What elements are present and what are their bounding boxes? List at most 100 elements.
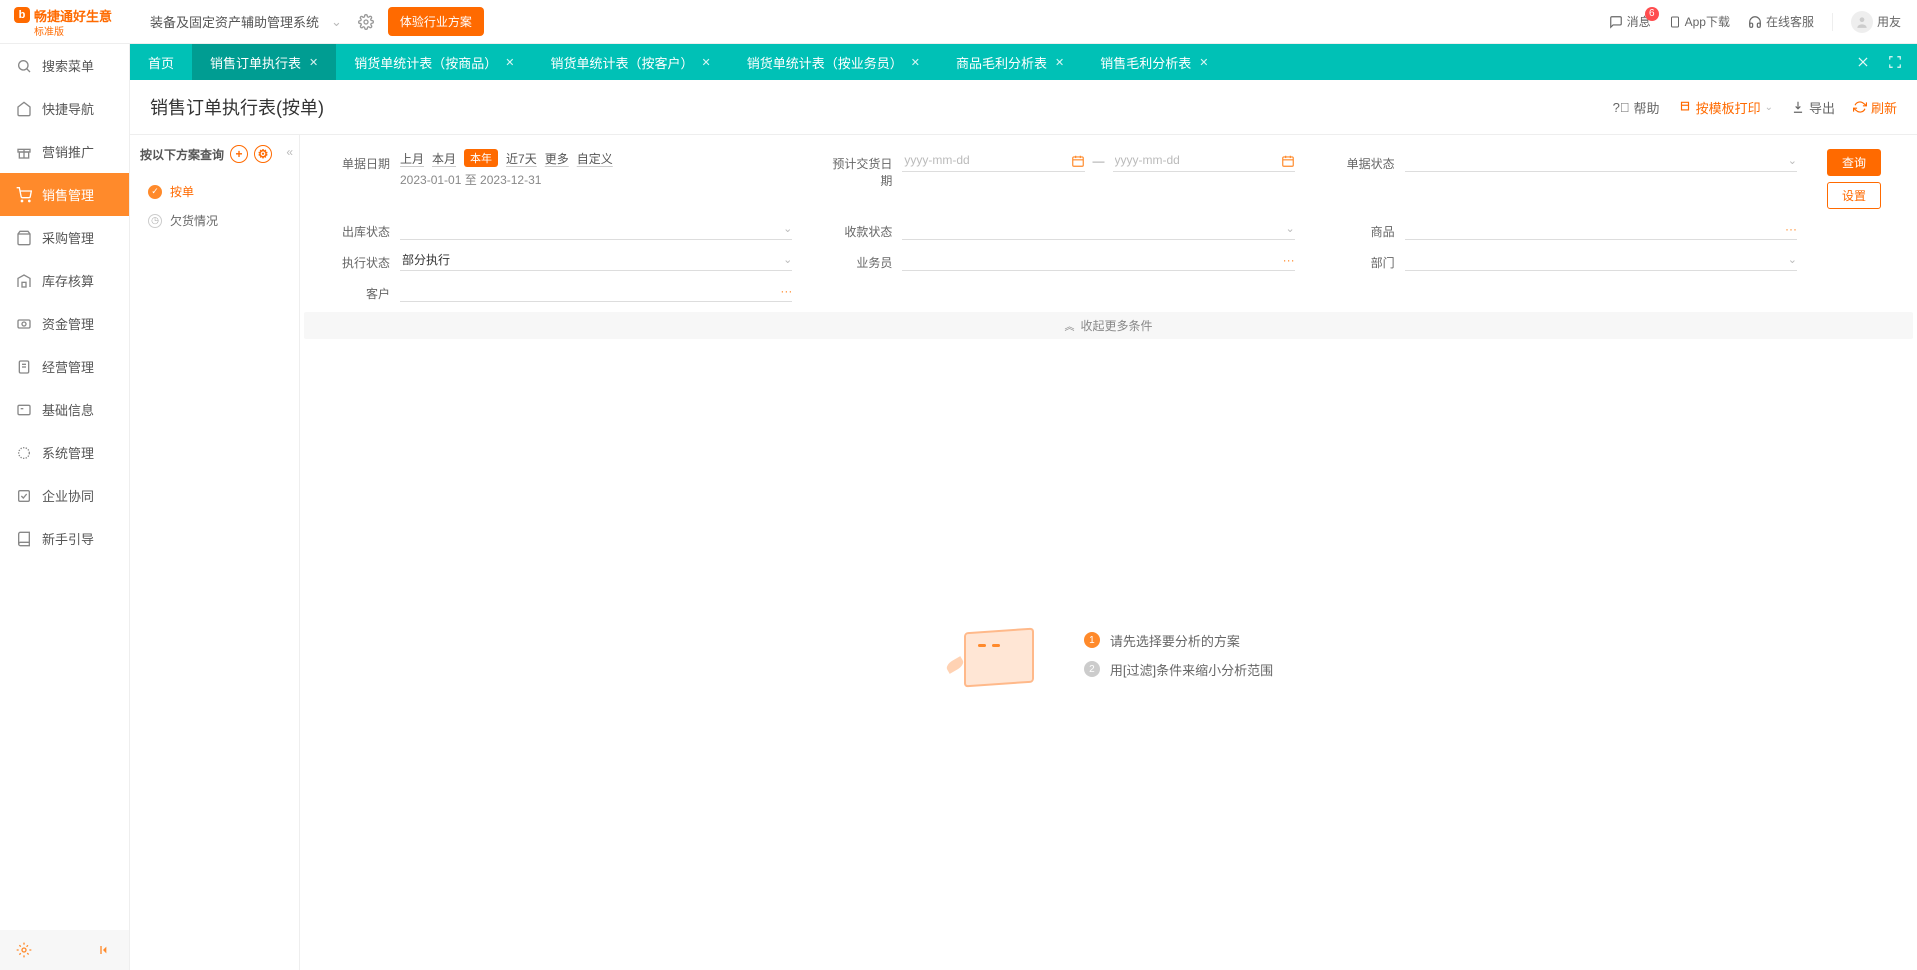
trial-button[interactable]: 体验行业方案	[388, 7, 484, 36]
tab-home[interactable]: 首页	[130, 44, 192, 80]
out-status-select[interactable]	[400, 217, 792, 240]
customer-input[interactable]	[400, 279, 792, 302]
chevron-down-icon[interactable]: ⌄	[783, 253, 792, 266]
collapse-label: 收起更多条件	[1080, 317, 1152, 334]
system-selector[interactable]: 装备及固定资产辅助管理系统 ⌄	[150, 12, 342, 31]
close-icon[interactable]: ✕	[1199, 56, 1208, 69]
date-preset-this-month[interactable]: 本月	[432, 150, 456, 167]
close-all-tabs-icon[interactable]	[1853, 52, 1873, 72]
filter-receipt-status: 收款状态 ⌄	[822, 217, 1294, 240]
template-print-link[interactable]: 按模板打印⌄	[1678, 98, 1773, 117]
goods-input[interactable]	[1405, 217, 1797, 240]
close-icon[interactable]: ✕	[505, 56, 514, 69]
close-icon[interactable]: ✕	[1055, 56, 1064, 69]
tab-sales-profit[interactable]: 销售毛利分析表✕	[1082, 44, 1226, 80]
refresh-link[interactable]: 刷新	[1853, 98, 1897, 117]
page-header: 销售订单执行表(按单) ?⃝帮助 按模板打印⌄ 导出 刷新	[130, 80, 1917, 134]
salesman-input[interactable]	[902, 248, 1294, 271]
settings-icon[interactable]	[16, 942, 32, 958]
sidebar-item-quicknav[interactable]: 快捷导航	[0, 87, 129, 130]
sidebar-item-marketing[interactable]: 营销推广	[0, 130, 129, 173]
calendar-icon[interactable]	[1071, 154, 1085, 168]
date-preset-this-year[interactable]: 本年	[464, 149, 498, 167]
gear-icon[interactable]	[358, 14, 374, 30]
expected-date-from-input[interactable]	[902, 149, 1084, 172]
expected-date-to-input[interactable]	[1113, 149, 1295, 172]
query-button[interactable]: 查询	[1827, 149, 1881, 176]
more-icon[interactable]: ···	[780, 284, 792, 298]
sidebar-item-sales[interactable]: 销售管理	[0, 173, 129, 216]
step-text: 请先选择要分析的方案	[1110, 631, 1240, 650]
sidebar-item-guide[interactable]: 新手引导	[0, 517, 129, 560]
sidebar-item-inventory[interactable]: 库存核算	[0, 259, 129, 302]
user-menu[interactable]: 用友	[1851, 11, 1901, 33]
tab-product-profit[interactable]: 商品毛利分析表✕	[938, 44, 1082, 80]
app-download-link[interactable]: App下载	[1669, 13, 1730, 30]
scheme-item-by-order[interactable]: ✓ 按单	[148, 177, 289, 206]
receipt-status-select[interactable]	[902, 217, 1294, 240]
filter-label: 业务员	[822, 248, 892, 271]
export-link[interactable]: 导出	[1791, 98, 1835, 117]
exec-status-select[interactable]	[400, 248, 792, 271]
calendar-icon[interactable]	[1281, 154, 1295, 168]
sidebar-item-label: 采购管理	[42, 228, 94, 247]
sidebar-item-operation[interactable]: 经营管理	[0, 345, 129, 388]
add-scheme-icon[interactable]: +	[230, 145, 248, 163]
online-service-link[interactable]: 在线客服	[1748, 13, 1814, 30]
more-icon[interactable]: ···	[1785, 222, 1797, 236]
sidebar: 搜索菜单 快捷导航 营销推广 销售管理 采购管理 库存核算 资金管理 经营管理 …	[0, 44, 130, 970]
sidebar-item-search[interactable]: 搜索菜单	[0, 44, 129, 87]
chevron-down-icon[interactable]: ⌄	[1788, 154, 1797, 167]
scheme-item-label: 欠货情况	[170, 212, 218, 229]
filter-action-buttons: 查询 设置	[1827, 149, 1897, 209]
cart-icon	[16, 187, 32, 203]
scheme-settings-icon[interactable]: ⚙	[254, 145, 272, 163]
sidebar-item-collab[interactable]: 企业协同	[0, 474, 129, 517]
sidebar-item-purchase[interactable]: 采购管理	[0, 216, 129, 259]
chevron-down-icon[interactable]: ⌄	[1788, 253, 1797, 266]
empty-steps: 1请先选择要分析的方案 2用[过滤]条件来缩小分析范围	[1084, 631, 1273, 679]
date-preset-custom[interactable]: 自定义	[577, 150, 613, 167]
collapse-sidebar-icon[interactable]	[97, 942, 113, 958]
chevron-down-icon[interactable]: ⌄	[1285, 222, 1294, 235]
tab-sales-order-exec[interactable]: 销售订单执行表✕	[192, 44, 336, 80]
content-row: 按以下方案查询 + ⚙ « ✓ 按单 ◷ 欠货情况	[130, 134, 1917, 970]
page-title: 销售订单执行表(按单)	[150, 94, 324, 120]
more-icon[interactable]: ···	[1283, 253, 1295, 267]
refresh-label: 刷新	[1871, 98, 1897, 117]
close-icon[interactable]: ✕	[309, 56, 318, 69]
bag-icon	[16, 230, 32, 246]
card-icon	[16, 402, 32, 418]
collapse-panel-icon[interactable]: «	[286, 145, 293, 159]
sidebar-item-system[interactable]: 系统管理	[0, 431, 129, 474]
tab-stats-product[interactable]: 销货单统计表（按商品）✕	[336, 44, 532, 80]
date-preset-last-month[interactable]: 上月	[400, 150, 424, 167]
scheme-panel: 按以下方案查询 + ⚙ « ✓ 按单 ◷ 欠货情况	[130, 135, 300, 970]
messages-link[interactable]: 消息 6	[1609, 13, 1651, 30]
close-icon[interactable]: ✕	[702, 56, 711, 69]
search-icon	[16, 58, 32, 74]
dept-select[interactable]	[1405, 248, 1797, 271]
tab-stats-customer[interactable]: 销货单统计表（按客户） ✕	[532, 44, 728, 80]
scheme-item-shortage[interactable]: ◷ 欠货情况	[148, 206, 289, 235]
messages-badge: 6	[1645, 7, 1659, 21]
sidebar-item-basicinfo[interactable]: 基础信息	[0, 388, 129, 431]
chevron-down-icon[interactable]: ⌄	[783, 222, 792, 235]
sidebar-item-finance[interactable]: 资金管理	[0, 302, 129, 345]
close-icon[interactable]: ✕	[911, 56, 920, 69]
fullscreen-icon[interactable]	[1885, 52, 1905, 72]
tab-stats-salesman[interactable]: 销货单统计表（按业务员）✕	[729, 44, 938, 80]
settings-button[interactable]: 设置	[1827, 182, 1881, 209]
filter-dept: 部门 ⌄	[1325, 248, 1797, 271]
help-link[interactable]: ?⃝帮助	[1613, 98, 1660, 117]
sidebar-item-label: 企业协同	[42, 486, 94, 505]
filter-area: 单据日期 上月 本月 本年 近7天 更多 自定义 20	[300, 135, 1917, 970]
collapse-filters-bar[interactable]: ︽ 收起更多条件	[304, 312, 1913, 339]
date-preset-last7[interactable]: 近7天	[506, 150, 537, 167]
top-bar: b 畅捷通好生意 标准版 装备及固定资产辅助管理系统 ⌄ 体验行业方案 消息 6	[0, 0, 1917, 44]
doc-status-select[interactable]	[1405, 149, 1797, 172]
date-preset-more[interactable]: 更多	[545, 150, 569, 167]
tab-label: 销货单统计表（按客户）	[550, 53, 693, 72]
main-area: 首页 销售订单执行表✕ 销货单统计表（按商品）✕ 销货单统计表（按客户） ✕ 销货…	[130, 44, 1917, 970]
phone-icon	[1669, 15, 1681, 29]
